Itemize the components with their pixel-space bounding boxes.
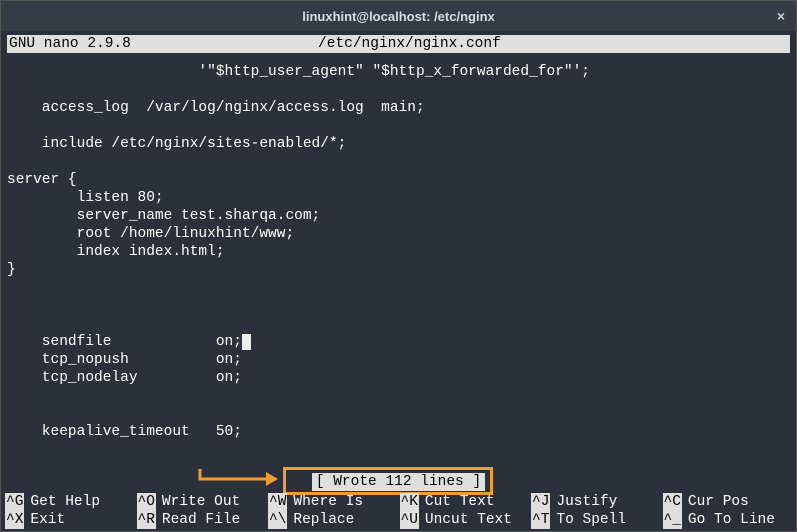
code-line: include /etc/nginx/sites-enabled/*;: [7, 136, 346, 152]
shortcut-bar: ^G Get Help ^O Write Out ^W Where Is ^K …: [5, 493, 792, 529]
shortcut-label-uncut-text: Uncut Text: [421, 511, 529, 529]
shortcut-key-replace[interactable]: ^\: [268, 511, 287, 529]
shortcut-key-cut-text[interactable]: ^K: [400, 493, 419, 511]
nano-file-path: /etc/nginx/nginx.conf: [131, 35, 788, 53]
shortcut-key-write-out[interactable]: ^O: [137, 493, 156, 511]
code-line: tcp_nodelay on;: [7, 370, 242, 386]
window-title: linuxhint@localhost: /etc/nginx: [302, 9, 495, 24]
code-line: server {: [7, 172, 77, 188]
code-line: '"$http_user_agent" "$http_x_forwarded_f…: [7, 64, 590, 80]
shortcut-key-go-to-line[interactable]: ^_: [663, 511, 682, 529]
shortcut-key-uncut-text[interactable]: ^U: [400, 511, 419, 529]
code-line: root /home/linuxhint/www;: [7, 226, 294, 242]
code-line: keepalive_timeout 50;: [7, 424, 242, 440]
terminal-body[interactable]: GNU nano 2.9.8 /etc/nginx/nginx.conf '"$…: [1, 31, 796, 531]
shortcut-label-exit: Exit: [26, 511, 134, 529]
status-badge: [ Wrote 112 lines ]: [312, 473, 485, 491]
terminal-window: linuxhint@localhost: /etc/nginx × GNU na…: [0, 0, 797, 532]
code-line: }: [7, 262, 16, 278]
nano-version-label: GNU nano 2.9.8: [9, 35, 131, 53]
shortcut-key-get-help[interactable]: ^G: [5, 493, 24, 511]
shortcut-label-to-spell: To Spell: [552, 511, 660, 529]
close-icon[interactable]: ×: [774, 9, 788, 23]
shortcut-label-where-is: Where Is: [289, 493, 397, 511]
shortcut-key-exit[interactable]: ^X: [5, 511, 24, 529]
code-line: access_log /var/log/nginx/access.log mai…: [7, 100, 425, 116]
code-line: server_name test.sharqa.com;: [7, 208, 320, 224]
shortcut-label-read-file: Read File: [158, 511, 266, 529]
code-line: index index.html;: [7, 244, 225, 260]
window-titlebar: linuxhint@localhost: /etc/nginx ×: [1, 1, 796, 31]
status-line: [ Wrote 112 lines ]: [1, 473, 796, 491]
code-line: listen 80;: [7, 190, 164, 206]
shortcut-label-write-out: Write Out: [158, 493, 266, 511]
shortcut-key-to-spell[interactable]: ^T: [531, 511, 550, 529]
shortcut-key-cur-pos[interactable]: ^C: [663, 493, 682, 511]
shortcut-label-get-help: Get Help: [26, 493, 134, 511]
code-line: sendfile on;: [7, 334, 242, 350]
shortcut-label-replace: Replace: [289, 511, 397, 529]
shortcut-label-justify: Justify: [552, 493, 660, 511]
editor-content[interactable]: '"$http_user_agent" "$http_x_forwarded_f…: [7, 63, 790, 441]
shortcut-label-cur-pos: Cur Pos: [684, 493, 792, 511]
text-cursor: [242, 334, 251, 350]
shortcut-label-go-to-line: Go To Line: [684, 511, 792, 529]
code-line: tcp_nopush on;: [7, 352, 242, 368]
shortcut-key-where-is[interactable]: ^W: [268, 493, 287, 511]
shortcut-label-cut-text: Cut Text: [421, 493, 529, 511]
shortcut-key-read-file[interactable]: ^R: [137, 511, 156, 529]
shortcut-key-justify[interactable]: ^J: [531, 493, 550, 511]
nano-header-bar: GNU nano 2.9.8 /etc/nginx/nginx.conf: [7, 35, 790, 53]
